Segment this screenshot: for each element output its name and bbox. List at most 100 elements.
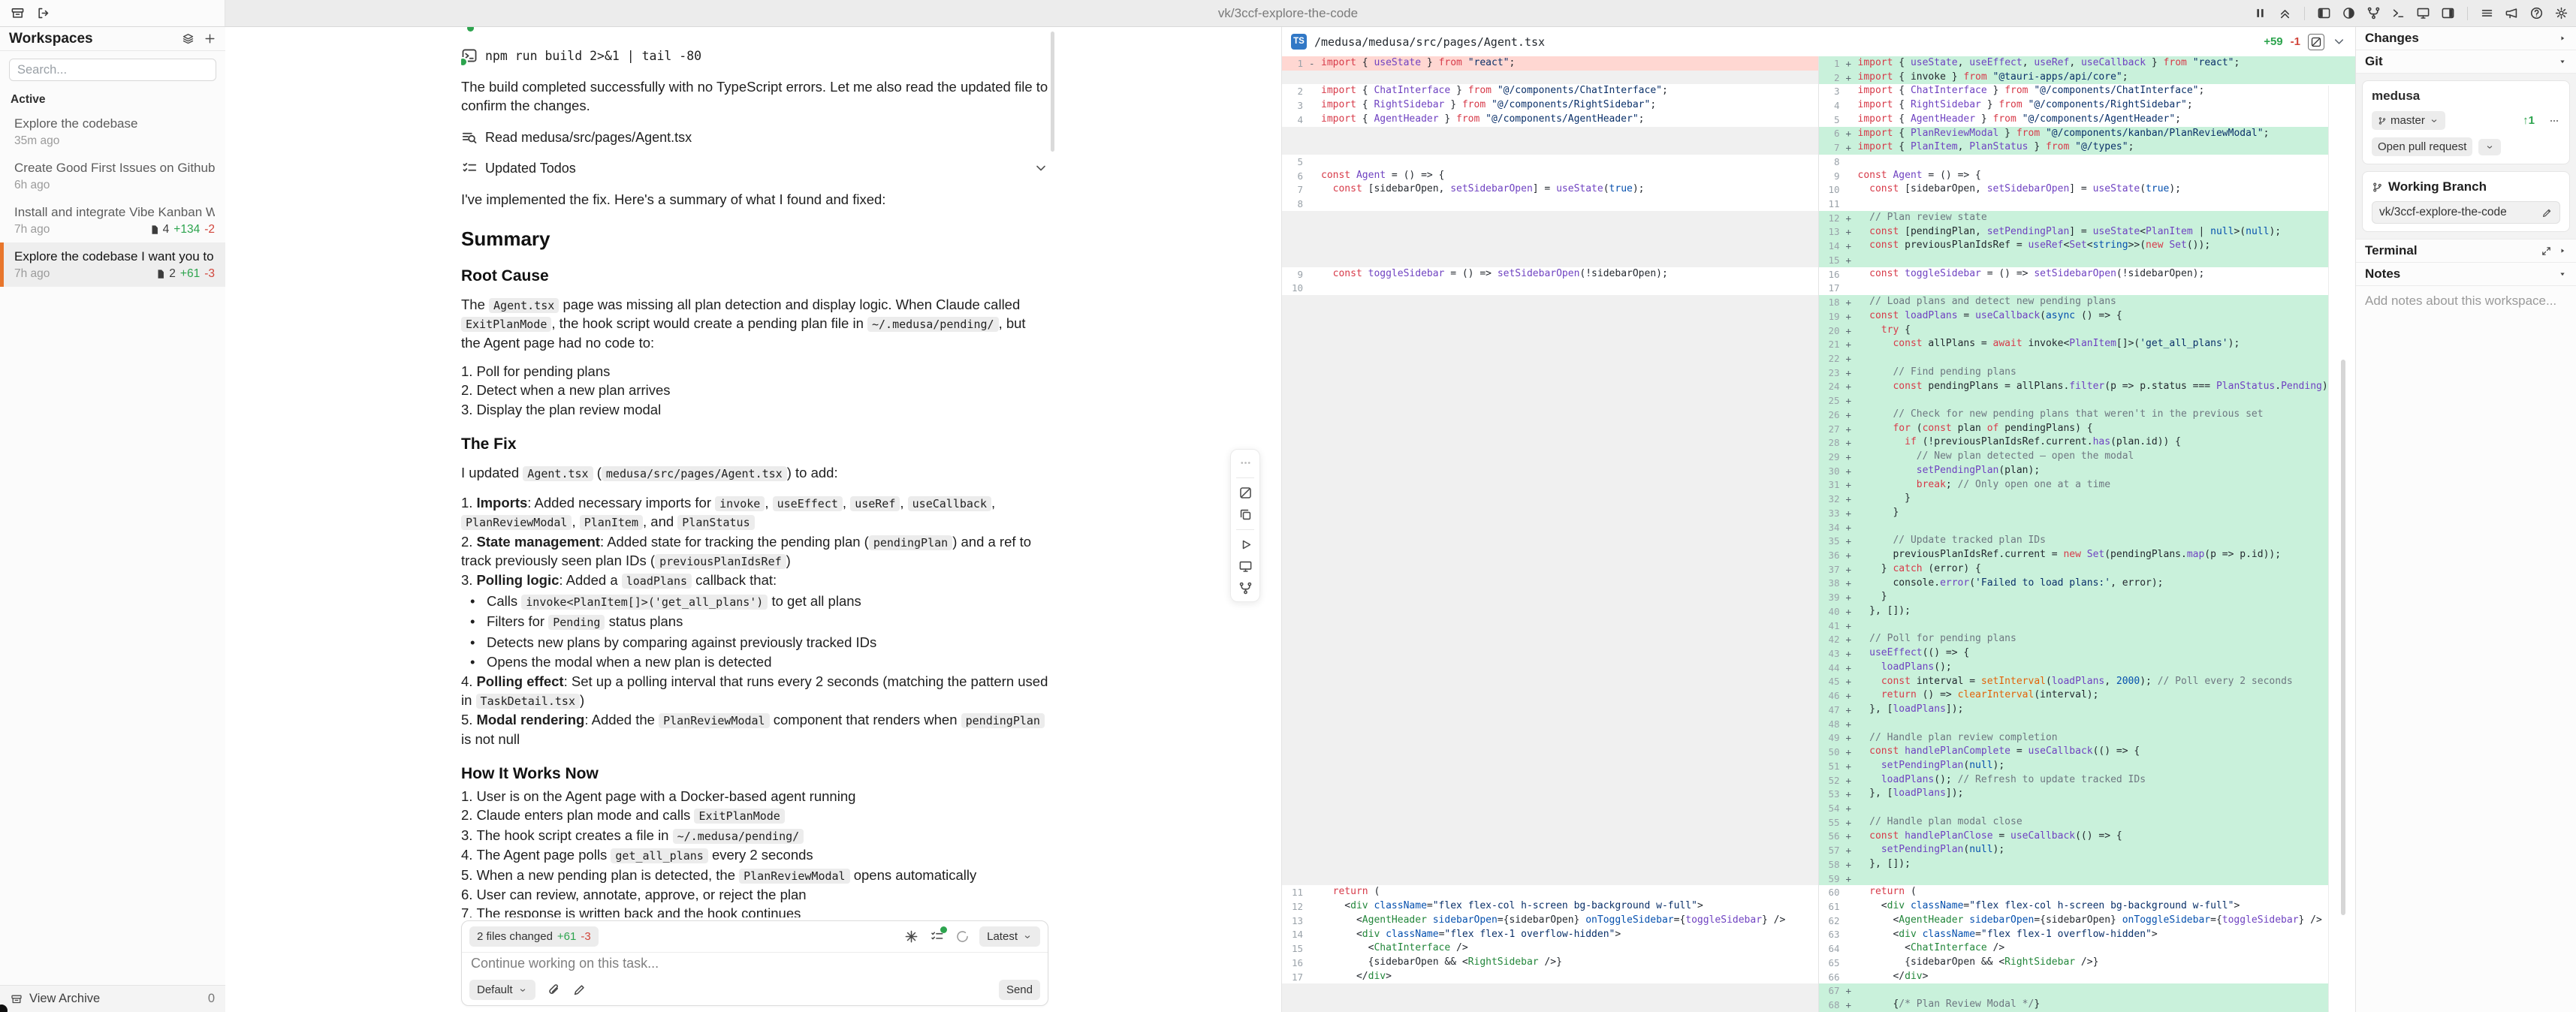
changes-section-header[interactable]: Changes: [2356, 27, 2576, 50]
panel-left-icon[interactable]: [2317, 6, 2331, 20]
diff-marker: +: [1846, 606, 1858, 617]
collapse-up-icon[interactable]: [2278, 6, 2292, 20]
diff-gap-cell: [1282, 211, 1818, 225]
help-icon[interactable]: [2529, 6, 2544, 20]
view-archive-button[interactable]: View Archive 0: [0, 985, 225, 1012]
bullet: •: [470, 653, 475, 671]
notes-input[interactable]: Add notes about this workspace...: [2356, 286, 2576, 316]
layers-icon[interactable]: [182, 32, 195, 45]
split-diff-icon[interactable]: [1238, 486, 1253, 500]
chat-scrollbar[interactable]: [1051, 32, 1054, 152]
message-input[interactable]: Continue working on this task...: [462, 953, 1048, 974]
tool-call-row[interactable]: Updated Todos: [461, 160, 1048, 176]
diff-gap-cell: [1282, 703, 1818, 717]
terminal-icon: [461, 47, 478, 64]
diff-gap-cell: [1282, 71, 1818, 85]
code-line: <ChatInterface />: [1858, 941, 2005, 956]
floating-toolbar: [1230, 449, 1260, 602]
line-number: 66: [1819, 971, 1846, 983]
workspace-item[interactable]: Install and integrate Vibe Kanban Web C7…: [0, 198, 225, 242]
diff-line: 31+ break; // Only open one at a time: [1818, 478, 2356, 492]
workspace-item[interactable]: Explore the codebase I want you to expl7…: [0, 242, 225, 287]
git-section-header[interactable]: Git: [2356, 50, 2576, 74]
diff-line: 52+ loadPlans(); // Refresh to update tr…: [1818, 773, 2356, 788]
diff-line: 57+ setPendingPlan(null);: [1818, 843, 2356, 857]
workspace-list: Explore the codebase35m agoCreate Good F…: [0, 110, 225, 287]
diff-row: 14 <div className="flex flex-1 overflow-…: [1282, 928, 2355, 942]
pen-icon[interactable]: [572, 983, 587, 997]
workspace-item[interactable]: Create Good First Issues on Github So p6…: [0, 154, 225, 198]
gear-icon[interactable]: [2554, 6, 2568, 20]
split-diff-toggle[interactable]: [2308, 34, 2324, 50]
inline-code: get_all_plans: [611, 848, 707, 863]
diff-scrollbar-track[interactable]: [2328, 86, 2355, 1012]
diff-scrollbar-thumb[interactable]: [2341, 360, 2345, 915]
diff-row: 811: [1282, 197, 2355, 211]
tool-call-row[interactable]: Read medusa/src/pages/Agent.tsx: [461, 129, 1048, 146]
pause-icon[interactable]: [2253, 6, 2267, 20]
terminal-section-header[interactable]: Terminal: [2356, 239, 2576, 263]
prompt-icon[interactable]: [2391, 6, 2406, 20]
edit-branch-icon[interactable]: [2541, 207, 2553, 218]
diff-row: 51+ setPendingPlan(null);: [1282, 759, 2355, 773]
code-line: const loadPlans = useCallback(async () =…: [1858, 309, 2122, 324]
mode-dropdown[interactable]: Default: [469, 980, 535, 1000]
heading: The Fix: [461, 435, 1048, 453]
list-item: 1.User is on the Agent page with a Docke…: [461, 788, 1048, 806]
sign-out-icon[interactable]: [36, 6, 50, 20]
chevron-down-icon[interactable]: [1033, 161, 1048, 176]
megaphone-icon[interactable]: [2505, 6, 2519, 20]
dots-h-icon[interactable]: [1238, 456, 1253, 470]
panel-right-icon[interactable]: [2441, 6, 2455, 20]
line-number: 52: [1819, 775, 1846, 786]
diff-marker: +: [1846, 311, 1858, 322]
chevron-down-icon[interactable]: [2332, 35, 2346, 49]
list-number: 4.: [461, 847, 472, 863]
monitor-icon[interactable]: [1238, 559, 1253, 574]
code-line: <div className="flex flex-col h-screen b…: [1858, 899, 2240, 914]
chevron-down-icon: [2429, 116, 2439, 126]
working-branch-input[interactable]: vk/3ccf-explore-the-code: [2372, 201, 2560, 224]
line-number: 39: [1819, 592, 1846, 603]
status-dot: [467, 27, 474, 32]
notes-section-header[interactable]: Notes: [2356, 263, 2576, 286]
repo-menu-button[interactable]: [2548, 115, 2560, 127]
diff-line: 46+ return () => clearInterval(interval)…: [1818, 688, 2356, 703]
pr-options-button[interactable]: [2478, 139, 2501, 155]
files-changed-chip[interactable]: 2 files changed +61 -3: [469, 926, 599, 947]
line-number: 55: [1819, 817, 1846, 828]
titlebar-left-icons: [0, 0, 225, 26]
send-button[interactable]: Send: [999, 980, 1040, 1000]
expand-terminal-icon[interactable]: [2541, 245, 2552, 257]
diff-deletions: -1: [2291, 35, 2300, 48]
play-icon[interactable]: [1238, 538, 1253, 552]
paperclip-icon[interactable]: [547, 983, 561, 997]
add-workspace-button[interactable]: [204, 32, 216, 45]
workspace-item[interactable]: Explore the codebase35m ago: [0, 110, 225, 154]
diff-gap-cell: [1282, 773, 1818, 788]
line-number: 48: [1819, 718, 1846, 730]
sparkle-icon[interactable]: [904, 929, 918, 944]
search-input[interactable]: [9, 59, 216, 81]
copy-icon[interactable]: [1238, 508, 1253, 522]
spinner-icon[interactable]: [955, 929, 970, 944]
version-dropdown[interactable]: Latest: [979, 926, 1040, 947]
code-line: <div className="flex flex-1 overflow-hid…: [1321, 928, 1621, 942]
diff-line: 55+ // Handle plan modal close: [1818, 815, 2356, 830]
git-network-icon[interactable]: [2366, 6, 2381, 20]
tool-call-row[interactable]: npm run build 2>&1 | tail -80: [461, 47, 1048, 64]
diff-marker: +: [1846, 381, 1858, 392]
line-number: 15: [1282, 943, 1309, 954]
git-network-icon[interactable]: [1238, 581, 1253, 595]
branch-dropdown[interactable]: master: [2372, 111, 2445, 130]
diff-line: 14+ const previousPlanIdsRef = useRef<Se…: [1818, 239, 2356, 253]
diff-gap-cell: [1282, 295, 1818, 309]
open-pull-request-button[interactable]: Open pull request: [2372, 137, 2472, 156]
inline-code: Agent.tsx: [523, 466, 593, 481]
archive-icon[interactable]: [11, 6, 25, 20]
theme-icon[interactable]: [2342, 6, 2356, 20]
todos-check-icon[interactable]: [930, 929, 944, 944]
monitor-icon[interactable]: [2416, 6, 2430, 20]
deletions-count: -2: [204, 223, 215, 236]
menu-icon[interactable]: [2480, 6, 2494, 20]
